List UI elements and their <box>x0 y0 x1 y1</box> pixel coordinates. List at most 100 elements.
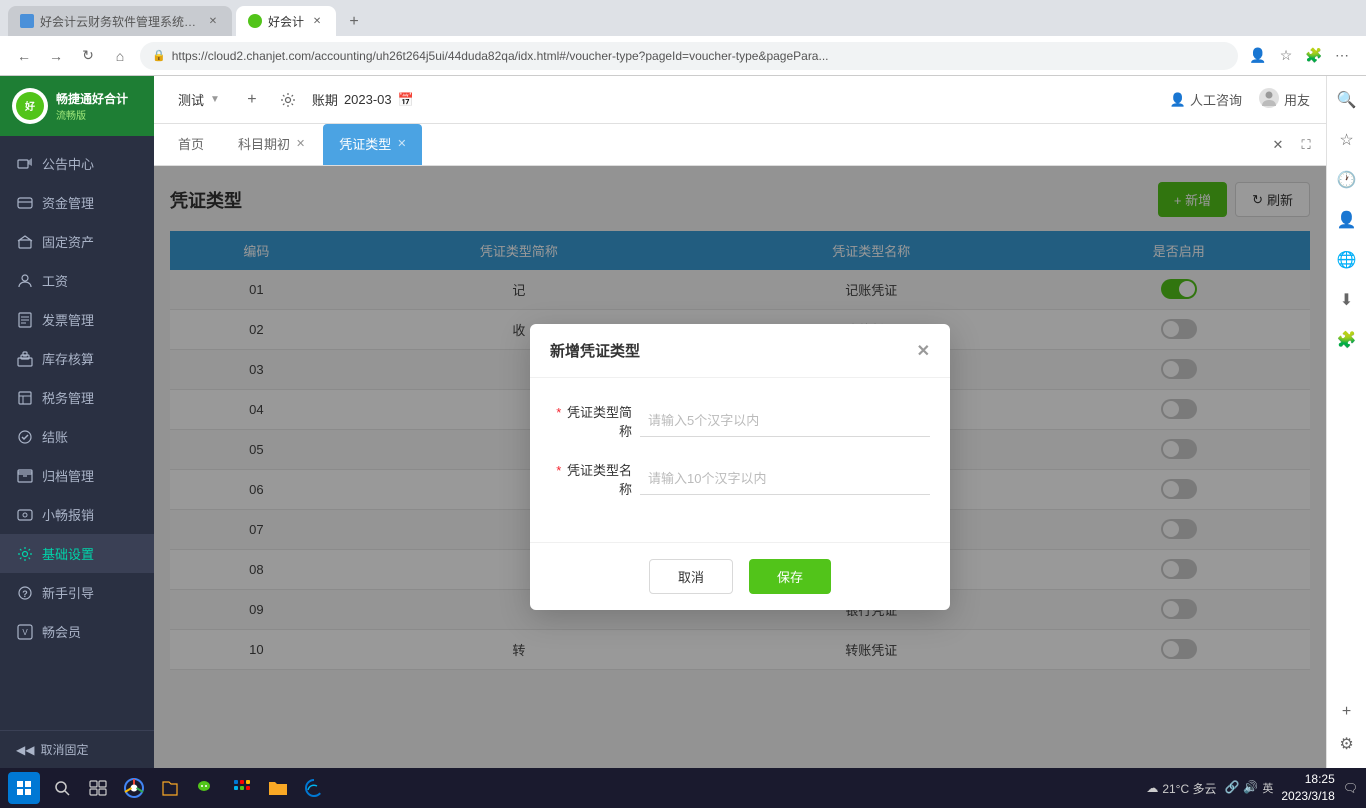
nav-forward-button[interactable]: → <box>44 44 68 68</box>
rp-user-button[interactable]: 👤 <box>1331 204 1363 236</box>
name-label: * 凭证类型名称 <box>550 460 640 498</box>
tab-voucher-type-close[interactable]: ✕ <box>397 137 406 150</box>
name-required-mark: * <box>556 463 561 478</box>
rp-download-button[interactable]: ⬇ <box>1331 284 1363 316</box>
calendar-icon[interactable]: 📅 <box>398 92 414 108</box>
rp-plus-button[interactable]: + <box>1331 696 1363 728</box>
nav-back-button[interactable]: ← <box>12 44 36 68</box>
rp-history-button[interactable]: 🕐 <box>1331 164 1363 196</box>
name-form-row: * 凭证类型名称 <box>550 460 930 498</box>
sidebar-item-checkout[interactable]: 结账 <box>0 417 154 456</box>
svg-text:V: V <box>22 628 28 637</box>
tab1-close[interactable]: ✕ <box>206 14 220 28</box>
expense-icon <box>16 506 34 524</box>
sidebar-label-expense: 小畅报销 <box>42 505 94 524</box>
sidebar-item-settings[interactable]: 基础设置 <box>0 534 154 573</box>
workspace-name: 测试 <box>178 90 204 109</box>
start-button[interactable] <box>8 772 40 804</box>
weather-text: 21°C 多云 <box>1162 780 1216 797</box>
taskbar-folder[interactable] <box>264 774 292 802</box>
name-input[interactable] <box>640 463 930 495</box>
modal-overlay: 新增凭证类型 ✕ * 凭证类型简称 * <box>154 166 1326 768</box>
tab1-favicon <box>20 14 34 28</box>
sidebar-unpin[interactable]: ◀◀ 取消固定 <box>0 730 154 768</box>
rp-gear-button[interactable]: ⚙ <box>1331 728 1363 760</box>
logo-subtitle: 流畅版 <box>56 107 128 122</box>
close-fullscreen-button[interactable]: ✕ <box>1266 133 1290 157</box>
sys-tray-icons: 🔗 🔊 英 <box>1224 780 1273 796</box>
consult-button[interactable]: 👤 人工咨询 <box>1170 90 1242 109</box>
app-container: 好 畅捷通好合计 流畅版 公告中心 资金管理 <box>0 76 1366 768</box>
modal-body: * 凭证类型简称 * 凭证类型名称 <box>530 378 950 542</box>
tab-voucher-type[interactable]: 凭证类型 ✕ <box>323 124 422 165</box>
rp-star-button[interactable]: ☆ <box>1331 124 1363 156</box>
browser-more-btn[interactable]: ⋯ <box>1330 44 1354 68</box>
cancel-button[interactable]: 取消 <box>649 559 733 594</box>
profile-icon[interactable]: 👤 <box>1246 44 1270 68</box>
browser-extension-btn[interactable]: 🧩 <box>1302 44 1326 68</box>
taskbar-task-view[interactable] <box>84 774 112 802</box>
new-tab-button[interactable]: + <box>340 8 368 36</box>
save-button[interactable]: 保存 <box>749 559 831 594</box>
consult-label: 人工咨询 <box>1190 90 1242 109</box>
sidebar: 好 畅捷通好合计 流畅版 公告中心 资金管理 <box>0 76 154 768</box>
settings-gear-button[interactable] <box>276 88 300 112</box>
add-workspace-button[interactable]: + <box>240 88 264 112</box>
modal-footer: 取消 保存 <box>530 542 950 610</box>
sidebar-item-inventory[interactable]: 库存核算 <box>0 339 154 378</box>
notification-icon[interactable]: 🗨 <box>1343 781 1358 795</box>
tab-subject-label: 科目期初 <box>238 134 290 153</box>
sidebar-item-guide[interactable]: ? 新手引导 <box>0 573 154 612</box>
browser-tab-2[interactable]: 好会计 ✕ <box>236 6 336 36</box>
sidebar-label-archive: 归档管理 <box>42 466 94 485</box>
volume-icon[interactable]: 🔊 <box>1243 780 1258 796</box>
sidebar-item-member[interactable]: V 畅会员 <box>0 612 154 651</box>
sidebar-item-expense[interactable]: 小畅报销 <box>0 495 154 534</box>
capital-icon <box>16 194 34 212</box>
member-icon: V <box>16 623 34 641</box>
sidebar-items: 公告中心 资金管理 固定资产 工资 <box>0 136 154 730</box>
taskbar-chrome[interactable] <box>120 774 148 802</box>
sidebar-item-fixed-assets[interactable]: 固定资产 <box>0 222 154 261</box>
nav-home-button[interactable]: ⌂ <box>108 44 132 68</box>
address-bar: ← → ↻ ⌂ 🔒 https://cloud2.chanjet.com/acc… <box>0 36 1366 76</box>
workspace-dropdown-icon: ▼ <box>210 94 220 105</box>
sidebar-item-capital[interactable]: 资金管理 <box>0 183 154 222</box>
tab-home[interactable]: 首页 <box>162 124 220 165</box>
user-label: 用友 <box>1284 90 1310 109</box>
sidebar-item-salary[interactable]: 工资 <box>0 261 154 300</box>
nav-refresh-button[interactable]: ↻ <box>76 44 100 68</box>
taskbar-wechat[interactable] <box>192 774 220 802</box>
taskbar-search[interactable] <box>48 774 76 802</box>
abbr-input[interactable] <box>640 405 930 437</box>
rp-search-button[interactable]: 🔍 <box>1331 84 1363 116</box>
lang-icon[interactable]: 英 <box>1262 780 1273 796</box>
sidebar-label-fixed-assets: 固定资产 <box>42 232 94 251</box>
checkout-icon <box>16 428 34 446</box>
rp-extensions-button[interactable]: 🧩 <box>1331 324 1363 356</box>
taskbar-files[interactable] <box>156 774 184 802</box>
user-button[interactable]: 用友 <box>1258 87 1310 112</box>
browser-tab-1[interactable]: 好会计云财务软件管理系统_会计 ✕ <box>8 6 232 36</box>
modal-close-button[interactable]: ✕ <box>917 341 930 361</box>
sidebar-item-announcement[interactable]: 公告中心 <box>0 144 154 183</box>
taskbar-edge[interactable] <box>300 774 328 802</box>
page-content: 凭证类型 + 新增 ↻ 刷新 编码 凭证类型简称 凭证类型名称 是否启用 <box>154 166 1326 768</box>
tab2-close[interactable]: ✕ <box>310 14 324 28</box>
rp-globe-button[interactable]: 🌐 <box>1331 244 1363 276</box>
unpin-label: 取消固定 <box>40 741 88 758</box>
tab-subject-close[interactable]: ✕ <box>296 137 305 150</box>
browser-star-btn[interactable]: ☆ <box>1274 44 1298 68</box>
taskbar-apps[interactable] <box>228 774 256 802</box>
url-bar[interactable]: 🔒 https://cloud2.chanjet.com/accounting/… <box>140 42 1238 70</box>
sidebar-item-tax[interactable]: 税务管理 <box>0 378 154 417</box>
sidebar-label-salary: 工资 <box>42 271 68 290</box>
sidebar-item-archive[interactable]: 归档管理 <box>0 456 154 495</box>
sidebar-item-invoice[interactable]: 发票管理 <box>0 300 154 339</box>
expand-fullscreen-button[interactable]: ⛶ <box>1294 133 1318 157</box>
workspace-selector[interactable]: 测试 ▼ <box>170 86 228 113</box>
network-icon[interactable]: 🔗 <box>1224 780 1239 796</box>
tab-subject[interactable]: 科目期初 ✕ <box>222 124 321 165</box>
svg-text:?: ? <box>22 589 28 599</box>
guide-icon: ? <box>16 584 34 602</box>
